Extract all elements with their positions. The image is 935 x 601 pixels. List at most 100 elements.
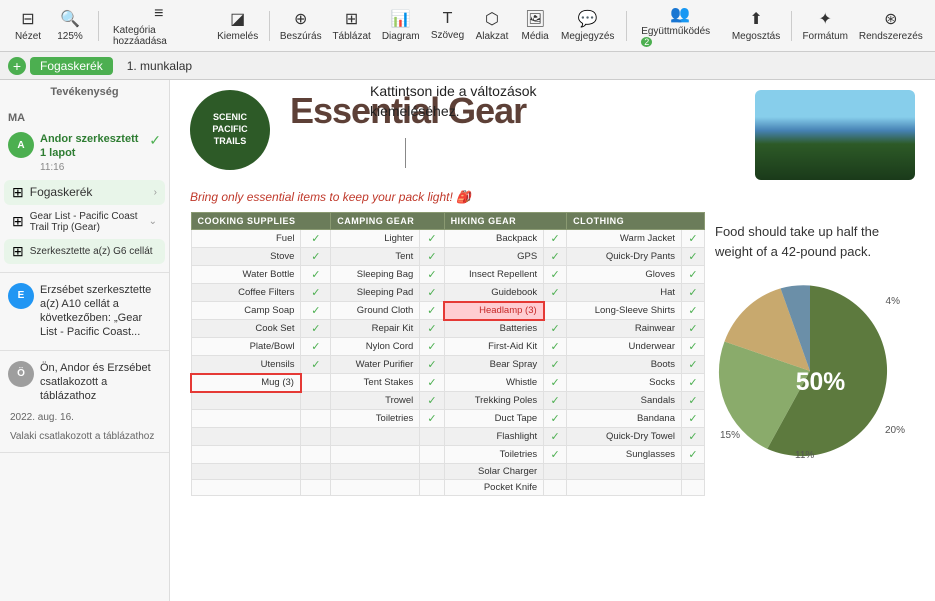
tab-bar: + Fogaskerék 1. munkalap (0, 52, 935, 80)
comment-label: Megjegyzés (561, 31, 614, 42)
collab-label: Együttműködés 2 (641, 26, 719, 48)
date-label: 2022. aug. 16. (0, 408, 169, 427)
table-header-row: COOKING SUPPLIES CAMPING GEAR HIKING GEA… (191, 213, 705, 230)
joined-text: Ön, Andor és Erzsébet csatlakozott a táb… (40, 361, 161, 404)
toolbar-right-group: 👥 Együttműködés 2 ⬆ Megosztás ✦ Formátum… (635, 0, 927, 52)
share-button[interactable]: ⬆ Megosztás (727, 5, 785, 46)
sidebar: Tevékenység MA A Andor szerkesztett 1 la… (0, 80, 170, 601)
organize-button[interactable]: ⊛ Rendszerezés (855, 5, 927, 46)
toolbar-divider-4 (791, 11, 792, 41)
toolbar-divider-2 (269, 11, 270, 41)
toolbar: ⊟ Nézet 🔍 125% ≡ Kategória hozzáadása ◪ … (0, 0, 935, 52)
andor-activity-text: Andor szerkesztett 1 lapot 11:16 (40, 132, 143, 174)
th-clothing: CLOTHING (567, 213, 705, 230)
table-row-icon: ⊞ (12, 184, 24, 201)
chart-label: Diagram (382, 31, 420, 42)
tab-1-munkalap[interactable]: 1. munkalap (117, 57, 202, 75)
sidebar-section-joined: Ö Ön, Andor és Erzsébet csatlakozott a t… (0, 351, 169, 453)
tooltip-line (405, 138, 406, 168)
tab-fogaskerek[interactable]: Fogaskerék (30, 57, 113, 75)
organize-icon: ⊛ (884, 9, 897, 29)
insert-label: Beszúrás (280, 31, 322, 42)
highlight-label: Kiemelés (217, 31, 258, 42)
legend-20: 20% (885, 425, 905, 436)
table-row: Water Bottle✓Sleeping Bag✓Insect Repelle… (191, 266, 705, 284)
category-label: Kategória hozzáadása (113, 25, 205, 47)
main-layout: Tevékenység MA A Andor szerkesztett 1 la… (0, 80, 935, 601)
share-label: Megosztás (732, 31, 780, 42)
pie-chart-svg: 50% (715, 276, 905, 466)
sidebar-section-erzsebet: E Erzsébet szerkesztette a(z) A10 cellát… (0, 273, 169, 351)
shapes-button[interactable]: ⬡ Alakzat (471, 5, 513, 46)
sheet-content: SCENIC PACIFIC TRAILS Essential Gear Bri… (170, 80, 935, 601)
comment-button[interactable]: 💬 Megjegyzés (557, 5, 618, 46)
category-button[interactable]: ≡ Kategória hozzáadása (107, 1, 211, 51)
table-row: Camp Soap✓Ground Cloth✓Headlamp (3)Long-… (191, 302, 705, 320)
sidebar-row-fogaskerek[interactable]: ⊞ Fogaskerék › (4, 180, 165, 205)
table-row: Pocket Knife (191, 480, 705, 496)
erzsebet-activity-text: Erzsébet szerkesztette a(z) A10 cellát a… (40, 283, 161, 340)
table-row: Mug (3)Tent Stakes✓Whistle✓Socks✓ (191, 374, 705, 392)
table-row: Toiletries✓Sunglasses✓ (191, 446, 705, 464)
format-label: Formátum (802, 31, 848, 42)
insert-icon: ⊕ (294, 9, 307, 29)
food-text: Food should take up half the weight of a… (715, 222, 915, 261)
avatar-erzsebet: E (8, 283, 34, 309)
text-button[interactable]: T Szöveg (426, 6, 469, 45)
zoom-button[interactable]: 🔍 125% (50, 5, 90, 46)
chevron-right-icon: › (154, 187, 157, 198)
table-row: Fuel✓Lighter✓Backpack✓Warm Jacket✓ (191, 230, 705, 248)
table-row: Cook Set✓Repair Kit✓Batteries✓Rainwear✓ (191, 320, 705, 338)
chevron-down-icon: ⌄ (149, 216, 157, 227)
chart-icon: 📊 (391, 9, 411, 29)
th-cooking: COOKING SUPPLIES (191, 213, 331, 230)
table-row-icon-2: ⊞ (12, 213, 24, 230)
sidebar-user-andor: A Andor szerkesztett 1 lapot 11:16 ✓ (0, 128, 169, 178)
th-hiking: HIKING GEAR (444, 213, 567, 230)
collab-button[interactable]: 👥 Együttműködés 2 (635, 0, 725, 52)
table-icon: ⊞ (345, 9, 358, 29)
th-camping: CAMPING GEAR (331, 213, 444, 230)
media-button[interactable]: 🖼 Média (515, 5, 555, 46)
zoom-icon: 🔍 (60, 9, 80, 29)
right-panel: Food should take up half the weight of a… (715, 122, 915, 466)
highlight-button[interactable]: ◪ Kiemelés (213, 5, 263, 46)
text-label: Szöveg (431, 30, 464, 41)
avatar-anon: Ö (8, 361, 34, 387)
toolbar-center-group: ≡ Kategória hozzáadása ◪ Kiemelés ⊕ Besz… (107, 1, 618, 51)
legend-4: 4% (886, 296, 900, 307)
gear-table-container: COOKING SUPPLIES CAMPING GEAR HIKING GEA… (190, 212, 705, 496)
tooltip-callout: Kattintson ide a változások kiemeléséhez… (370, 82, 537, 121)
share-icon: ⬆ (749, 9, 762, 29)
sidebar-user-joined: Ö Ön, Andor és Erzsébet csatlakozott a t… (0, 357, 169, 408)
shapes-icon: ⬡ (485, 9, 499, 29)
add-tab-button[interactable]: + (8, 57, 26, 75)
legend-15: 15% (720, 430, 740, 441)
table-label: Táblázat (332, 31, 370, 42)
sidebar-row-g6[interactable]: ⊞ Szerkesztette a(z) G6 cellát (4, 239, 165, 264)
sidebar-row-gearlist[interactable]: ⊞ Gear List - Pacific Coast Trail Trip (… (4, 207, 165, 237)
view-icon: ⊟ (21, 9, 34, 29)
table-button[interactable]: ⊞ Táblázat (328, 5, 375, 46)
toolbar-divider-3 (626, 11, 627, 41)
pie-chart: 50% 4% 20% 11% 15% (715, 276, 905, 466)
avatar-andor: A (8, 132, 34, 158)
ma-label: MA (0, 108, 169, 128)
check-mark-icon: ✓ (149, 132, 161, 149)
category-icon: ≡ (154, 5, 163, 23)
insert-button[interactable]: ⊕ Beszúrás (276, 5, 326, 46)
comment-icon: 💬 (578, 9, 598, 29)
chart-button[interactable]: 📊 Diagram (377, 5, 424, 46)
sidebar-user-erzsebet: E Erzsébet szerkesztette a(z) A10 cellát… (0, 279, 169, 344)
table-row: Trowel✓Trekking Poles✓Sandals✓ (191, 392, 705, 410)
text-icon: T (443, 10, 453, 28)
collab-icon: 👥 (670, 4, 690, 24)
content-area: Kattintson ide a változások kiemeléséhez… (170, 80, 935, 601)
format-button[interactable]: ✦ Formátum (798, 5, 853, 46)
view-button[interactable]: ⊟ Nézet (8, 5, 48, 46)
valaki-text: Valaki csatlakozott a táblázathoz (0, 427, 169, 446)
media-label: Média (521, 31, 548, 42)
toolbar-left-group: ⊟ Nézet 🔍 125% (8, 5, 90, 46)
table-row: Utensils✓Water Purifier✓Bear Spray✓Boots… (191, 356, 705, 374)
table-and-panel: COOKING SUPPLIES CAMPING GEAR HIKING GEA… (190, 212, 915, 496)
